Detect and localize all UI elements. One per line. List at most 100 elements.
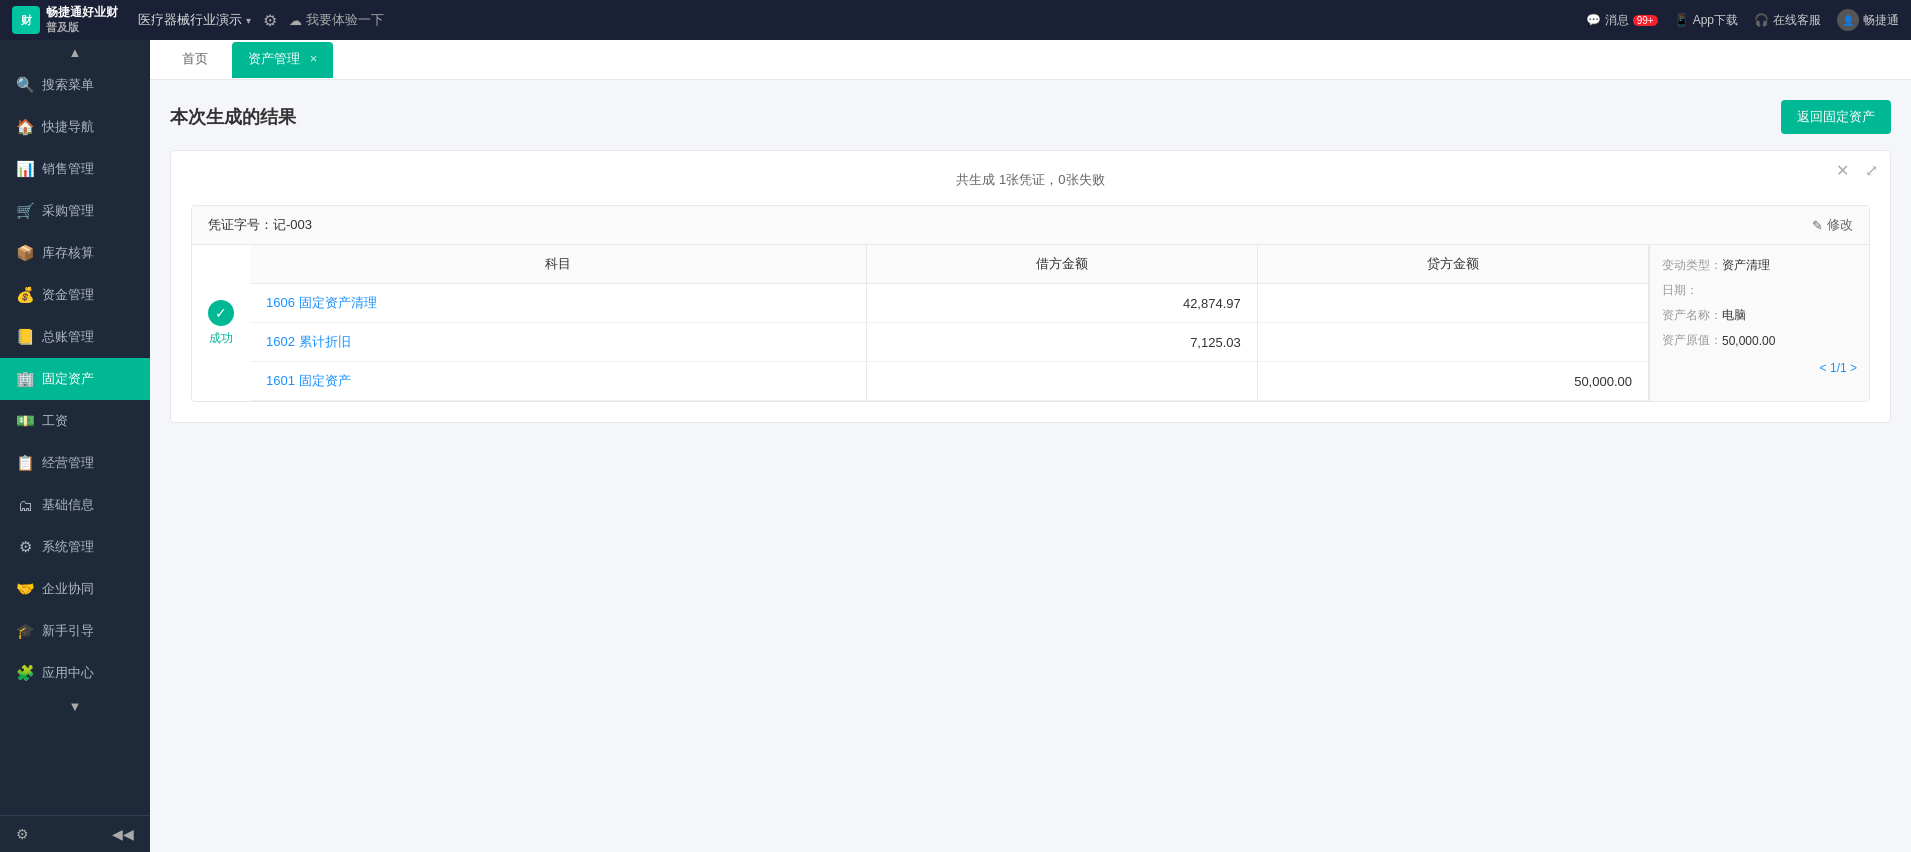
success-indicator: ✓ 成功 (192, 245, 250, 401)
experience-button[interactable]: ☁ 我要体验一下 (289, 11, 384, 29)
sidebar-item-system[interactable]: ⚙ 系统管理 (0, 526, 150, 568)
col-header-subject: 科目 (250, 245, 866, 284)
settings-icon[interactable]: ⚙ (263, 11, 277, 30)
tab-close-icon[interactable]: × (310, 51, 318, 66)
messages-label: 消息 (1605, 12, 1629, 29)
sidebar-bottom: ⚙ ◀◀ (0, 815, 150, 852)
logo-area: 财 畅捷通好业财 普及版 (12, 5, 118, 36)
sidebar-item-appstore[interactable]: 🧩 应用中心 (0, 652, 150, 694)
debit-cell-2: 7,125.03 (866, 323, 1257, 362)
messages-button[interactable]: 💬 消息 99+ (1586, 12, 1658, 29)
sidebar-label-purchase: 采购管理 (42, 202, 94, 220)
tab-bar: 首页 资产管理 × (150, 40, 1911, 80)
sidebar-scroll-down[interactable]: ▼ (0, 694, 150, 718)
edit-label: 修改 (1827, 216, 1853, 234)
fixed-assets-icon: 🏢 (16, 370, 34, 388)
sales-icon: 📊 (16, 160, 34, 178)
table-row: 1602 累计折旧 7,125.03 (250, 323, 1649, 362)
sidebar-label-system: 系统管理 (42, 538, 94, 556)
user-profile[interactable]: 👤 畅捷通 (1837, 9, 1899, 31)
settings-bottom-icon[interactable]: ⚙ (16, 826, 29, 842)
payroll-icon: 💵 (16, 412, 34, 430)
sidebar-scroll-up[interactable]: ▲ (0, 40, 150, 64)
sidebar-item-finance[interactable]: 💰 资金管理 (0, 274, 150, 316)
logo-text: 畅捷通好业财 (46, 5, 118, 21)
table-row: 1601 固定资产 50,000.00 (250, 362, 1649, 401)
credit-cell-2 (1257, 323, 1648, 362)
expand-panel-button[interactable]: ⤢ (1861, 159, 1882, 182)
debit-cell-3 (866, 362, 1257, 401)
sidebar-item-purchase[interactable]: 🛒 采购管理 (0, 190, 150, 232)
home-icon: 🏠 (16, 118, 34, 136)
tab-assets-mgmt[interactable]: 资产管理 × (232, 42, 333, 78)
headset-icon: 🎧 (1754, 13, 1769, 27)
pagination: < 1/1 > (1662, 361, 1857, 375)
sidebar-item-fixed-assets[interactable]: 🏢 固定资产 (0, 358, 150, 400)
sidebar-item-cooperation[interactable]: 🤝 企业协同 (0, 568, 150, 610)
subject-cell-2: 1602 累计折旧 (250, 323, 866, 362)
logo-icon: 财 (12, 6, 40, 34)
sidebar-label-search: 搜索菜单 (42, 76, 94, 94)
voucher-table-area: 科目 借方金额 贷方金额 1606 固定资产清理 42,874.97 (250, 245, 1649, 401)
main-layout: ▲ 🔍 搜索菜单 🏠 快捷导航 📊 销售管理 🛒 采购管理 📦 库存核算 💰 资… (0, 40, 1911, 852)
edit-button[interactable]: ✎ 修改 (1812, 216, 1853, 234)
sidebar-item-operations[interactable]: 📋 经营管理 (0, 442, 150, 484)
date-label: 日期： (1662, 282, 1718, 299)
purchase-icon: 🛒 (16, 202, 34, 220)
app-download-label: App下载 (1693, 12, 1738, 29)
success-checkmark-icon: ✓ (208, 300, 234, 326)
sidebar-item-ledger[interactable]: 📒 总账管理 (0, 316, 150, 358)
app-download-button[interactable]: 📱 App下载 (1674, 12, 1738, 29)
sidebar-label-guide: 新手引导 (42, 622, 94, 640)
sidebar-item-inventory[interactable]: 📦 库存核算 (0, 232, 150, 274)
voucher-table: 科目 借方金额 贷方金额 1606 固定资产清理 42,874.97 (250, 245, 1649, 401)
prev-page-icon[interactable]: < (1820, 361, 1827, 375)
change-type-label: 变动类型： (1662, 257, 1722, 274)
messages-badge: 99+ (1633, 15, 1658, 26)
sidebar-label-ledger: 总账管理 (42, 328, 94, 346)
ledger-icon: 📒 (16, 328, 34, 346)
subject-cell-1: 1606 固定资产清理 (250, 284, 866, 323)
page-title: 本次生成的结果 (170, 105, 296, 129)
cloud-icon: ☁ (289, 13, 302, 28)
sidebar-label-cooperation: 企业协同 (42, 580, 94, 598)
sidebar-item-sales[interactable]: 📊 销售管理 (0, 148, 150, 190)
sidebar-label-appstore: 应用中心 (42, 664, 94, 682)
asset-name-value: 电脑 (1722, 307, 1746, 324)
sidebar-item-guide[interactable]: 🎓 新手引导 (0, 610, 150, 652)
result-summary: 共生成 1张凭证，0张失败 (191, 171, 1870, 189)
page-indicator: 1/1 (1830, 361, 1850, 375)
operations-icon: 📋 (16, 454, 34, 472)
sidebar-label-basics: 基础信息 (42, 496, 94, 514)
page-content: 本次生成的结果 返回固定资产 ✕ ⤢ 共生成 1张凭证，0张失败 凭证字号：记-… (150, 80, 1911, 852)
tab-home-label: 首页 (182, 51, 208, 66)
tab-home[interactable]: 首页 (166, 42, 224, 78)
info-row-date: 日期： (1662, 282, 1857, 299)
close-panel-button[interactable]: ✕ (1832, 159, 1853, 182)
top-header: 财 畅捷通好业财 普及版 医疗器械行业演示 ▾ ⚙ ☁ 我要体验一下 💬 消息 … (0, 0, 1911, 40)
sidebar-item-search[interactable]: 🔍 搜索菜单 (0, 64, 150, 106)
user-name: 畅捷通 (1863, 12, 1899, 29)
sidebar-item-payroll[interactable]: 💵 工资 (0, 400, 150, 442)
edit-icon: ✎ (1812, 218, 1823, 233)
message-icon: 💬 (1586, 13, 1601, 27)
sidebar-item-quicknav[interactable]: 🏠 快捷导航 (0, 106, 150, 148)
col-header-debit: 借方金额 (866, 245, 1257, 284)
return-button[interactable]: 返回固定资产 (1781, 100, 1891, 134)
original-value-label: 资产原值： (1662, 332, 1722, 349)
collapse-icon[interactable]: ◀◀ (112, 826, 134, 842)
logo-subtitle: 普及版 (46, 20, 118, 35)
next-page-icon[interactable]: > (1850, 361, 1857, 375)
table-row: 1606 固定资产清理 42,874.97 (250, 284, 1649, 323)
company-selector[interactable]: 医疗器械行业演示 ▾ (138, 11, 251, 29)
avatar: 👤 (1837, 9, 1859, 31)
cooperation-icon: 🤝 (16, 580, 34, 598)
credit-cell-1 (1257, 284, 1648, 323)
sidebar-label-inventory: 库存核算 (42, 244, 94, 262)
sidebar-label-fixed-assets: 固定资产 (42, 370, 94, 388)
company-name: 医疗器械行业演示 (138, 11, 242, 29)
sidebar-label-finance: 资金管理 (42, 286, 94, 304)
page-header: 本次生成的结果 返回固定资产 (170, 100, 1891, 134)
sidebar-item-basics[interactable]: 🗂 基础信息 (0, 484, 150, 526)
online-service-button[interactable]: 🎧 在线客服 (1754, 12, 1821, 29)
